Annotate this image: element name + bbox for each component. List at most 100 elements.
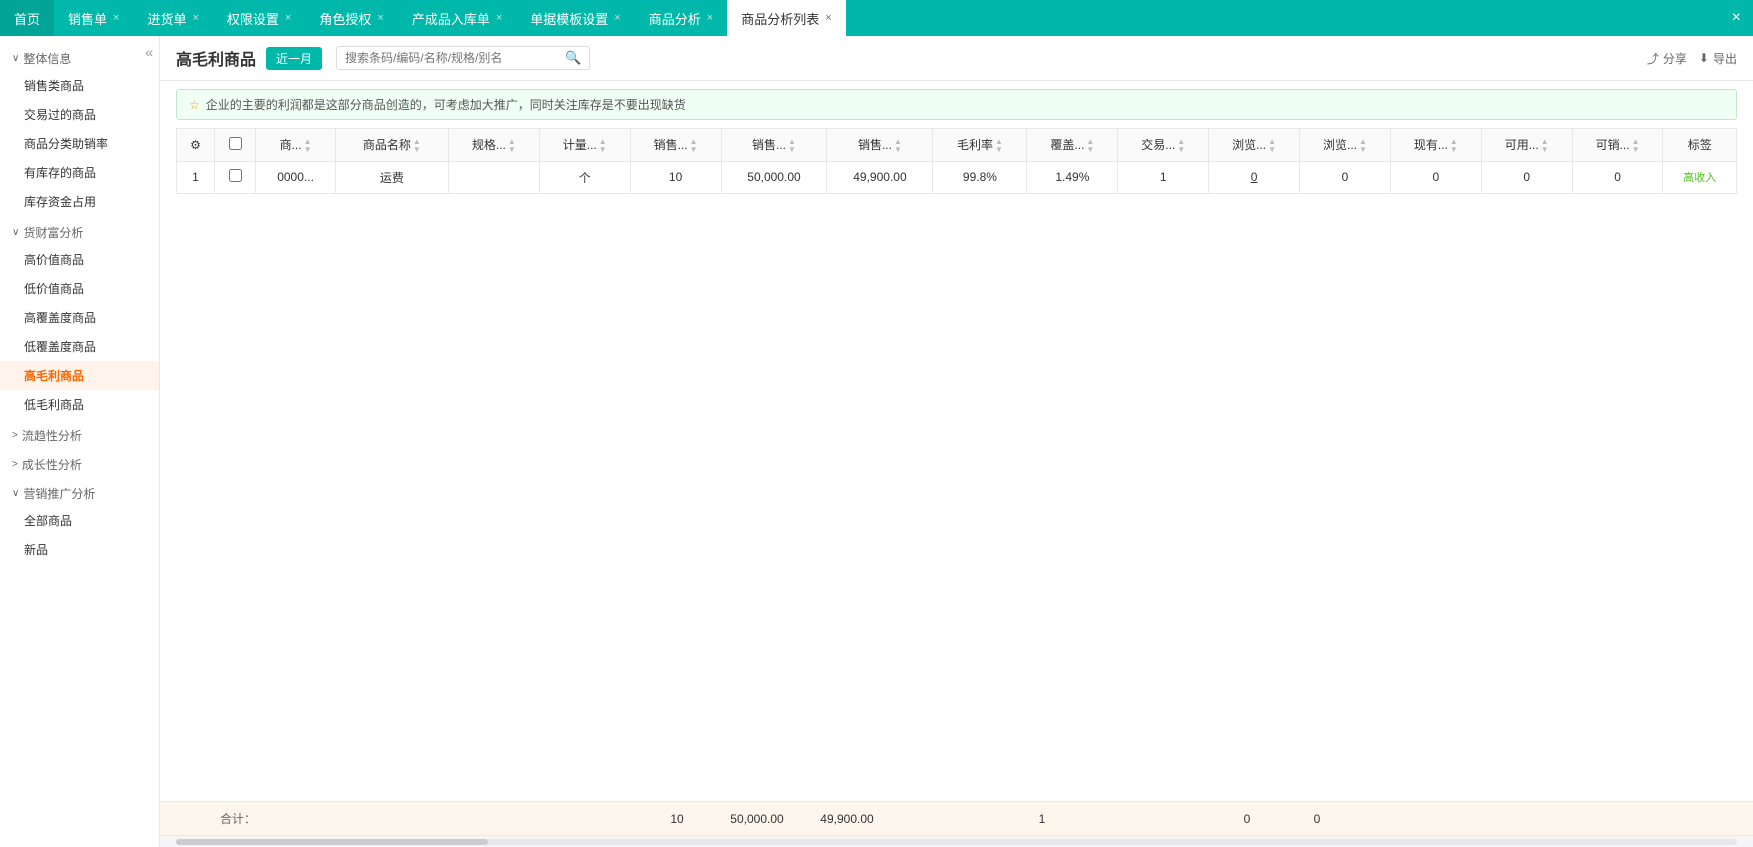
sort-icon[interactable]: ▲▼ xyxy=(690,138,698,154)
footer-bar: 合计： 1050,000.0049,900.00100 xyxy=(160,801,1753,835)
nav-item-进货单[interactable]: 进货单× xyxy=(133,0,212,36)
cell-tag: 高收入 xyxy=(1663,161,1737,193)
nav-item-首页[interactable]: 首页 xyxy=(0,0,54,36)
export-button[interactable]: ⬇ 导出 xyxy=(1699,50,1737,67)
export-icon: ⬇ xyxy=(1699,51,1709,65)
scrollbar-thumb[interactable] xyxy=(176,839,488,845)
sidebar-item-新品[interactable]: 新品 xyxy=(0,535,159,564)
col-header-current_stock[interactable]: 现有...▲▼ xyxy=(1390,129,1481,162)
nav-close-icon[interactable]: × xyxy=(113,12,119,24)
col-header-spec[interactable]: 规格...▲▼ xyxy=(448,129,539,162)
group-arrow: ∨ xyxy=(12,227,19,238)
sidebar-item-低毛利商品[interactable]: 低毛利商品 xyxy=(0,390,159,419)
select-all-checkbox[interactable] xyxy=(229,137,242,150)
sidebar-item-有库存的商品[interactable]: 有库存的商品 xyxy=(0,158,159,187)
col-header-sales_profit[interactable]: 销售...▲▼ xyxy=(827,129,933,162)
sort-icon[interactable]: ▲▼ xyxy=(1632,138,1640,154)
sort-icon[interactable]: ▲▼ xyxy=(508,138,516,154)
sidebar-group-货财富分析[interactable]: ∨ 货财富分析 xyxy=(0,216,159,245)
sort-icon[interactable]: ▲▼ xyxy=(413,138,421,154)
col-label: 浏览... xyxy=(1232,138,1266,152)
col-header-sales_qty[interactable]: 销售...▲▼ xyxy=(630,129,721,162)
col-header-available_stock[interactable]: 可用...▲▼ xyxy=(1481,129,1572,162)
table-row[interactable]: 10000...运费个1050,000.0049,900.0099.8%1.49… xyxy=(177,161,1737,193)
nav-close-icon[interactable]: × xyxy=(192,12,198,24)
col-header-sales_amount[interactable]: 销售...▲▼ xyxy=(721,129,827,162)
col-header-tag: 标签 xyxy=(1663,129,1737,162)
sort-icon[interactable]: ▲▼ xyxy=(1541,138,1549,154)
sidebar-group-流趋性分析[interactable]: >流趋性分析 xyxy=(0,419,159,448)
sort-icon[interactable]: ▲▼ xyxy=(599,138,607,154)
group-label: 货财富分析 xyxy=(23,224,83,241)
sidebar-item-全部商品[interactable]: 全部商品 xyxy=(0,506,159,535)
sidebar-collapse-button[interactable]: « xyxy=(145,44,153,60)
settings-icon[interactable]: ⚙ xyxy=(190,138,201,152)
sidebar-item-高毛利商品[interactable]: 高毛利商品 xyxy=(0,361,159,390)
sort-icon[interactable]: ▲▼ xyxy=(304,138,312,154)
col-header-saleable[interactable]: 可销...▲▼ xyxy=(1572,129,1663,162)
nav-close-icon[interactable]: × xyxy=(614,12,620,24)
col-header-views2[interactable]: 浏览...▲▼ xyxy=(1300,129,1391,162)
sort-icon[interactable]: ▲▼ xyxy=(894,138,902,154)
search-icon[interactable]: 🔍 xyxy=(565,50,581,66)
col-header-transaction[interactable]: 交易...▲▼ xyxy=(1118,129,1209,162)
sidebar-item-高价值商品[interactable]: 高价值商品 xyxy=(0,245,159,274)
sidebar: « ∨整体信息销售类商品交易过的商品商品分类助销率有库存的商品库存资金占用 ∨ 货财… xyxy=(0,36,160,847)
nav-item-单据模板设置[interactable]: 单据模板设置× xyxy=(516,0,634,36)
page-title: 高毛利商品 xyxy=(176,46,256,70)
nav-item-商品分析[interactable]: 商品分析× xyxy=(635,0,727,36)
col-header-views1[interactable]: 浏览...▲▼ xyxy=(1209,129,1300,162)
nav-item-角色授权[interactable]: 角色授权× xyxy=(305,0,397,36)
nav-item-销售单[interactable]: 销售单× xyxy=(54,0,133,36)
sidebar-item-商品分类助销率[interactable]: 商品分类助销率 xyxy=(0,129,159,158)
col-header-code[interactable]: 商...▲▼ xyxy=(256,129,335,162)
col-label: 浏览... xyxy=(1323,138,1357,152)
share-button[interactable]: ⤴ 分享 xyxy=(1647,50,1687,67)
sidebar-item-交易过的商品[interactable]: 交易过的商品 xyxy=(0,100,159,129)
sidebar-item-低价值商品[interactable]: 低价值商品 xyxy=(0,274,159,303)
nav-close-icon[interactable]: × xyxy=(825,12,831,24)
sidebar-item-库存资金占用[interactable]: 库存资金占用 xyxy=(0,187,159,216)
sidebar-item-低覆盖度商品[interactable]: 低覆盖度商品 xyxy=(0,332,159,361)
sort-icon[interactable]: ▲▼ xyxy=(1450,138,1458,154)
filter-recent-month-button[interactable]: 近一月 xyxy=(266,47,322,70)
sidebar-item-销售类商品[interactable]: 销售类商品 xyxy=(0,71,159,100)
col-header-name[interactable]: 商品名称▲▼ xyxy=(335,129,448,162)
nav-close-icon[interactable]: × xyxy=(285,12,291,24)
nav-item-产成品入库单[interactable]: 产成品入库单× xyxy=(398,0,516,36)
sort-icon[interactable]: ▲▼ xyxy=(788,138,796,154)
sort-icon[interactable]: ▲▼ xyxy=(995,138,1003,154)
nav-item-商品分析列表[interactable]: 商品分析列表× xyxy=(727,0,845,36)
col-header-gross_margin[interactable]: 毛利率▲▼ xyxy=(933,129,1027,162)
table-wrapper[interactable]: ⚙商...▲▼商品名称▲▼规格...▲▼计量...▲▼销售...▲▼销售...▲… xyxy=(160,128,1753,801)
views1-link[interactable]: 0 xyxy=(1251,170,1258,184)
footer-cell-1 xyxy=(308,812,332,826)
sidebar-group-营销推广分析[interactable]: ∨营销推广分析 xyxy=(0,477,159,506)
sidebar-item-高覆盖度商品[interactable]: 高覆盖度商品 xyxy=(0,303,159,332)
tip-bar: ☆ 企业的主要的利润都是这部分商品创造的，可考虑加大推广，同时关注库存是不要出现… xyxy=(176,89,1737,120)
nav-close-icon[interactable]: × xyxy=(377,12,383,24)
sort-icon[interactable]: ▲▼ xyxy=(1268,138,1276,154)
sort-icon[interactable]: ▲▼ xyxy=(1359,138,1367,154)
col-header-coverage[interactable]: 覆盖...▲▼ xyxy=(1027,129,1118,162)
sidebar-group-整体信息[interactable]: ∨整体信息 xyxy=(0,42,159,71)
nav-close-icon[interactable]: × xyxy=(707,12,713,24)
col-label: 销售... xyxy=(858,138,892,152)
cell-views2: 0 xyxy=(1300,161,1391,193)
sort-icon[interactable]: ▲▼ xyxy=(1086,138,1094,154)
col-header-checkbox xyxy=(214,129,255,162)
nav-close-icon[interactable]: × xyxy=(496,12,502,24)
cell-saleable: 0 xyxy=(1572,161,1663,193)
footer-cell-7: 50,000.00 xyxy=(712,812,802,826)
row-checkbox[interactable] xyxy=(229,169,242,182)
col-header-unit[interactable]: 计量...▲▼ xyxy=(539,129,630,162)
footer-cell-14: 0 xyxy=(1212,812,1282,826)
nav-item-权限设置[interactable]: 权限设置× xyxy=(213,0,305,36)
scrollbar-area[interactable] xyxy=(160,835,1753,847)
close-all-button[interactable]: × xyxy=(1720,0,1753,36)
col-label: 销售... xyxy=(654,138,688,152)
sort-icon[interactable]: ▲▼ xyxy=(1177,138,1185,154)
footer-cell-12 xyxy=(1072,812,1142,826)
sidebar-group-成长性分析[interactable]: >成长性分析 xyxy=(0,448,159,477)
search-input[interactable] xyxy=(345,51,565,65)
